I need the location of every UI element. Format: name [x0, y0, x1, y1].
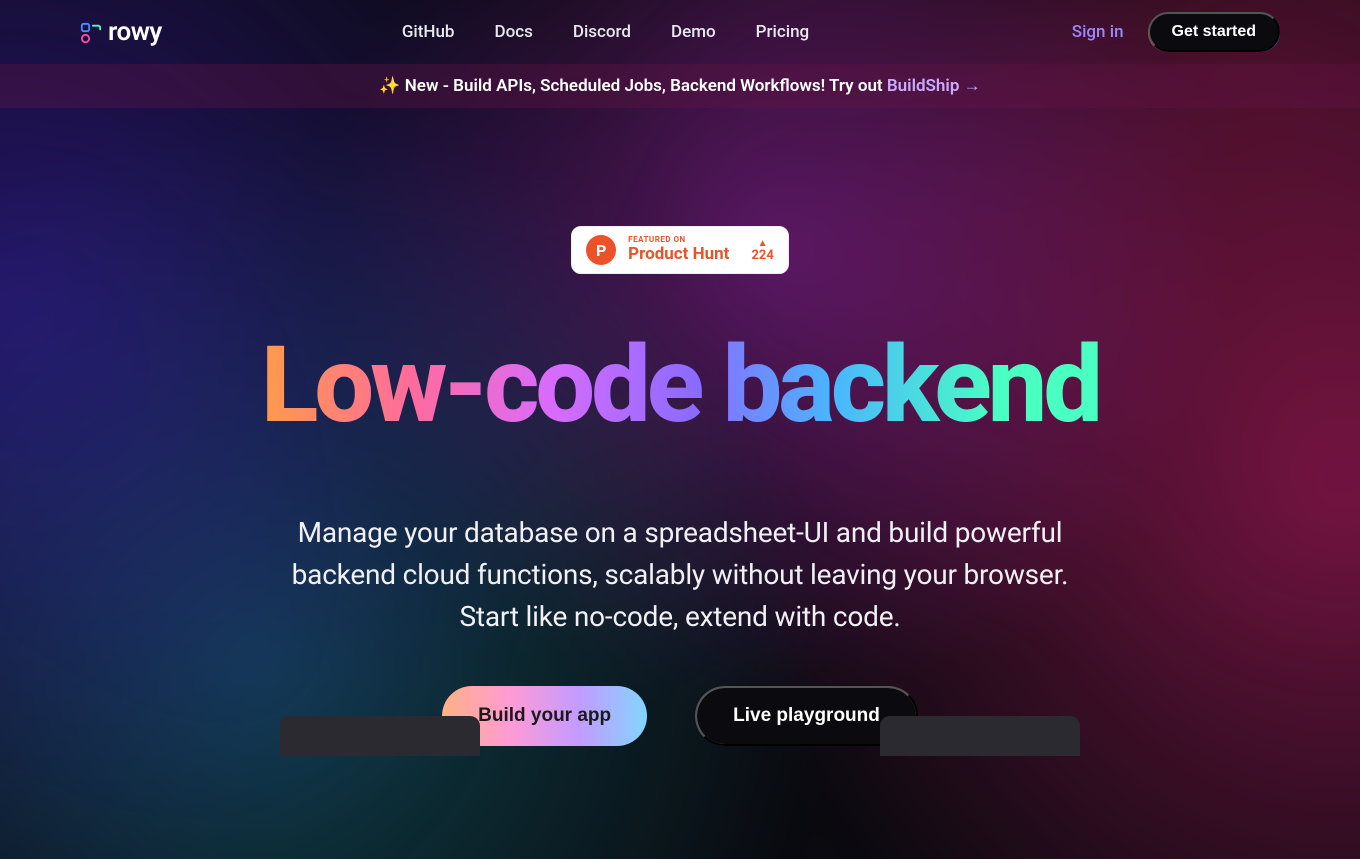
ph-count: 224	[751, 249, 773, 262]
announcement-text: ✨ New - Build APIs, Scheduled Jobs, Back…	[379, 76, 887, 96]
ph-upvote: ▲ 224	[751, 239, 773, 262]
nav-link-github[interactable]: GitHub	[402, 22, 455, 42]
live-playground-label: Live playground	[733, 705, 880, 726]
product-hunt-badge[interactable]: P FEATURED ON Product Hunt ▲ 224	[571, 226, 789, 274]
ph-name: Product Hunt	[628, 245, 729, 264]
top-nav: rowy GitHub Docs Discord Demo Pricing Si…	[0, 0, 1360, 64]
product-hunt-text: FEATURED ON Product Hunt	[628, 236, 729, 263]
announcement-link[interactable]: BuildShip →	[887, 76, 981, 96]
nav-link-demo[interactable]: Demo	[671, 22, 716, 42]
nav-links: GitHub Docs Discord Demo Pricing	[402, 22, 809, 42]
card-stub-right	[880, 716, 1080, 756]
signin-link[interactable]: Sign in	[1072, 22, 1124, 42]
get-started-label: Get started	[1172, 23, 1256, 40]
logo-icon	[80, 21, 102, 43]
hero: P FEATURED ON Product Hunt ▲ 224 Low-cod…	[0, 108, 1360, 746]
nav-right: Sign in Get started	[1072, 12, 1280, 52]
teaser-cards	[0, 716, 1360, 756]
nav-link-docs[interactable]: Docs	[494, 22, 532, 42]
logo[interactable]: rowy	[80, 17, 162, 47]
get-started-button[interactable]: Get started	[1148, 12, 1280, 52]
announcement-bar: ✨ New - Build APIs, Scheduled Jobs, Back…	[0, 64, 1360, 108]
product-hunt-icon: P	[586, 235, 616, 265]
upvote-icon: ▲	[758, 239, 768, 249]
logo-text: rowy	[108, 17, 162, 47]
hero-headline: Low-code backend	[261, 332, 1099, 438]
hero-subhead: Manage your database on a spreadsheet-UI…	[260, 512, 1100, 638]
nav-link-discord[interactable]: Discord	[573, 22, 631, 42]
card-stub-left	[280, 716, 480, 756]
nav-link-pricing[interactable]: Pricing	[756, 22, 810, 42]
